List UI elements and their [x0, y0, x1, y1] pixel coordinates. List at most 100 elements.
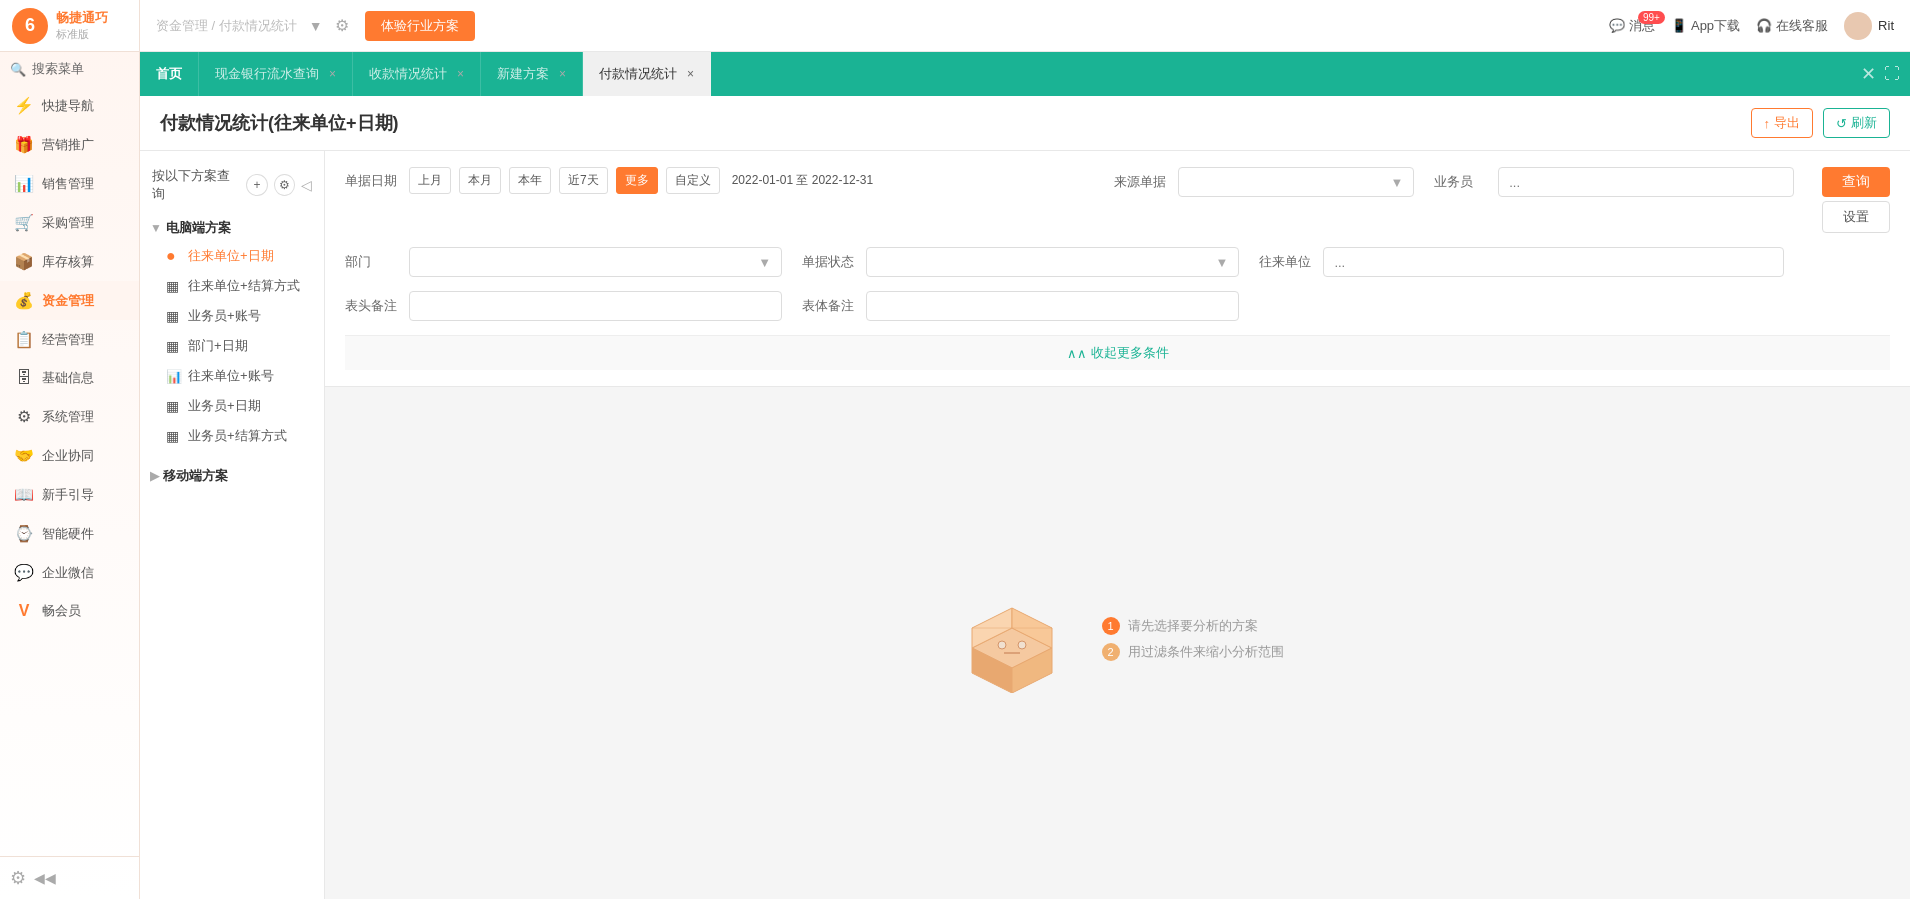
partner-input[interactable]	[1323, 247, 1784, 277]
tab-close-all-icon[interactable]: ✕	[1861, 63, 1876, 85]
sidebar-item-guide[interactable]: 📖 新手引导	[0, 475, 139, 514]
date-btn-this-year[interactable]: 本年	[509, 167, 551, 194]
setting-button[interactable]: 设置	[1822, 201, 1890, 233]
message-button[interactable]: 💬 消息 99+	[1609, 17, 1655, 35]
sidebar-item-sales[interactable]: 📊 销售管理	[0, 164, 139, 203]
query-actions: 查询 设置	[1822, 167, 1890, 233]
scheme-mobile-title[interactable]: ▶ 移动端方案	[140, 463, 324, 489]
salesman-field: 业务员	[1434, 167, 1794, 197]
system-icon: ⚙	[14, 407, 34, 426]
sidebar-item-member[interactable]: V 畅会员	[0, 592, 139, 630]
scheme-panel-collapse-button[interactable]: ◁	[301, 177, 312, 193]
header-remark-input[interactable]	[409, 291, 782, 321]
scheme-header-label: 按以下方案查询	[152, 167, 240, 203]
right-content: 单据日期 上月 本月 本年 近7天 更多 自定义 2022-01-01 至 20…	[325, 151, 1910, 899]
date-btn-more[interactable]: 更多	[616, 167, 658, 194]
body-remark-field: 表体备注	[802, 291, 1239, 321]
scheme-item-salesman-account[interactable]: ▦ 业务员+账号	[140, 301, 324, 331]
purchase-icon: 🛒	[14, 213, 34, 232]
dept-select[interactable]: ▼	[409, 247, 782, 277]
export-label: 导出	[1774, 114, 1800, 132]
query-button[interactable]: 查询	[1822, 167, 1890, 197]
sidebar-bottom: ⚙ ◀◀	[0, 856, 139, 899]
main-content: 资金管理 / 付款情况统计 ▼ ⚙ 体验行业方案 💬 消息 99+ 📱 App下…	[140, 0, 1910, 899]
export-button[interactable]: ↑ 导出	[1751, 108, 1814, 138]
source-select[interactable]: ▼	[1178, 167, 1414, 197]
sidebar-item-capital[interactable]: 💰 资金管理	[0, 281, 139, 320]
salesman-input[interactable]	[1498, 167, 1794, 197]
header-remark-label: 表头备注	[345, 297, 401, 315]
gear-bottom-icon[interactable]: ⚙	[10, 867, 26, 889]
app-download-button[interactable]: 📱 App下载	[1671, 17, 1740, 35]
scheme-desktop-title[interactable]: ▼ 电脑端方案	[140, 215, 324, 241]
scheme-panel-header: 按以下方案查询 + ⚙ ◁	[140, 161, 324, 209]
topbar-dropdown-icon[interactable]: ▼	[309, 18, 323, 34]
scheme-item-salesman-settle[interactable]: ▦ 业务员+结算方式	[140, 421, 324, 451]
scheme-item-salesman-date[interactable]: ▦ 业务员+日期	[140, 391, 324, 421]
inventory-label: 库存核算	[42, 253, 94, 271]
page-header: 付款情况统计(往来单位+日期) ↑ 导出 ↺ 刷新	[140, 96, 1910, 151]
tab-payment-close[interactable]: ×	[687, 67, 694, 81]
desktop-group-label: 电脑端方案	[166, 219, 231, 237]
scheme-item-partner-account[interactable]: 📊 往来单位+账号	[140, 361, 324, 391]
date-field: 单据日期 上月 本月 本年 近7天 更多 自定义 2022-01-01 至 20…	[345, 167, 1094, 194]
sidebar-item-basic[interactable]: 🗄 基础信息	[0, 359, 139, 397]
tab-maximize-icon[interactable]: ⛶	[1884, 65, 1900, 83]
svg-point-7	[1018, 641, 1026, 649]
sidebar-item-marketing[interactable]: 🎁 营销推广	[0, 125, 139, 164]
tab-receipt[interactable]: 收款情况统计 ×	[353, 52, 481, 96]
date-btn-7days[interactable]: 近7天	[559, 167, 608, 194]
inventory-icon: 📦	[14, 252, 34, 271]
date-btn-last-month[interactable]: 上月	[409, 167, 451, 194]
empty-hint-1: 1 请先选择要分析的方案	[1102, 617, 1284, 635]
tab-home[interactable]: 首页	[140, 52, 199, 96]
sidebar-item-shortcut[interactable]: ⚡ 快捷导航	[0, 86, 139, 125]
scheme-item-dept-date[interactable]: ▦ 部门+日期	[140, 331, 324, 361]
search-menu[interactable]: 🔍 搜索菜单	[0, 52, 139, 86]
basic-label: 基础信息	[42, 369, 94, 387]
body-remark-input[interactable]	[866, 291, 1239, 321]
sidebar-item-enterprise[interactable]: 🤝 企业协同	[0, 436, 139, 475]
service-button[interactable]: 🎧 在线客服	[1756, 17, 1828, 35]
scheme-item-partner-settle[interactable]: ▦ 往来单位+结算方式	[140, 271, 324, 301]
collapse-conditions-button[interactable]: ∧∧ 收起更多条件	[345, 335, 1890, 370]
tab-new-scheme-close[interactable]: ×	[559, 67, 566, 81]
topbar-gear-icon[interactable]: ⚙	[335, 16, 349, 35]
scheme-item-partner-date[interactable]: ● 往来单位+日期	[140, 241, 324, 271]
sidebar-item-hardware[interactable]: ⌚ 智能硬件	[0, 514, 139, 553]
tab-new-scheme[interactable]: 新建方案 ×	[481, 52, 583, 96]
logo-text-group: 畅捷通巧 标准版	[56, 9, 108, 42]
user-section[interactable]: Rit	[1844, 12, 1894, 40]
tab-payment[interactable]: 付款情况统计 ×	[583, 52, 711, 96]
partner-account-icon: 📊	[166, 369, 182, 384]
trial-button[interactable]: 体验行业方案	[365, 11, 475, 41]
sidebar-item-wechat[interactable]: 💬 企业微信	[0, 553, 139, 592]
tab-new-scheme-label: 新建方案	[497, 65, 549, 83]
sidebar-item-operations[interactable]: 📋 经营管理	[0, 320, 139, 359]
member-icon: V	[14, 602, 34, 620]
status-field: 单据状态 ▼	[802, 247, 1239, 277]
sidebar-logo: 6 畅捷通巧 标准版	[0, 0, 139, 52]
date-btn-this-month[interactable]: 本月	[459, 167, 501, 194]
sidebar-item-purchase[interactable]: 🛒 采购管理	[0, 203, 139, 242]
marketing-icon: 🎁	[14, 135, 34, 154]
sales-label: 销售管理	[42, 175, 94, 193]
page-actions: ↑ 导出 ↺ 刷新	[1751, 108, 1891, 138]
tab-bank-close[interactable]: ×	[329, 67, 336, 81]
collapse-sidebar-icon[interactable]: ◀◀	[34, 870, 56, 886]
sales-icon: 📊	[14, 174, 34, 193]
salesman-settle-icon: ▦	[166, 428, 182, 444]
operations-icon: 📋	[14, 330, 34, 349]
sidebar-item-inventory[interactable]: 📦 库存核算	[0, 242, 139, 281]
tab-receipt-close[interactable]: ×	[457, 67, 464, 81]
sidebar-item-system[interactable]: ⚙ 系统管理	[0, 397, 139, 436]
capital-icon: 💰	[14, 291, 34, 310]
mobile-group-label: 移动端方案	[163, 467, 228, 485]
status-select[interactable]: ▼	[866, 247, 1239, 277]
scheme-add-button[interactable]: +	[246, 174, 267, 196]
refresh-button[interactable]: ↺ 刷新	[1823, 108, 1890, 138]
service-label: 在线客服	[1776, 17, 1828, 35]
scheme-settings-button[interactable]: ⚙	[274, 174, 295, 196]
tab-bank[interactable]: 现金银行流水查询 ×	[199, 52, 353, 96]
date-btn-custom[interactable]: 自定义	[666, 167, 720, 194]
